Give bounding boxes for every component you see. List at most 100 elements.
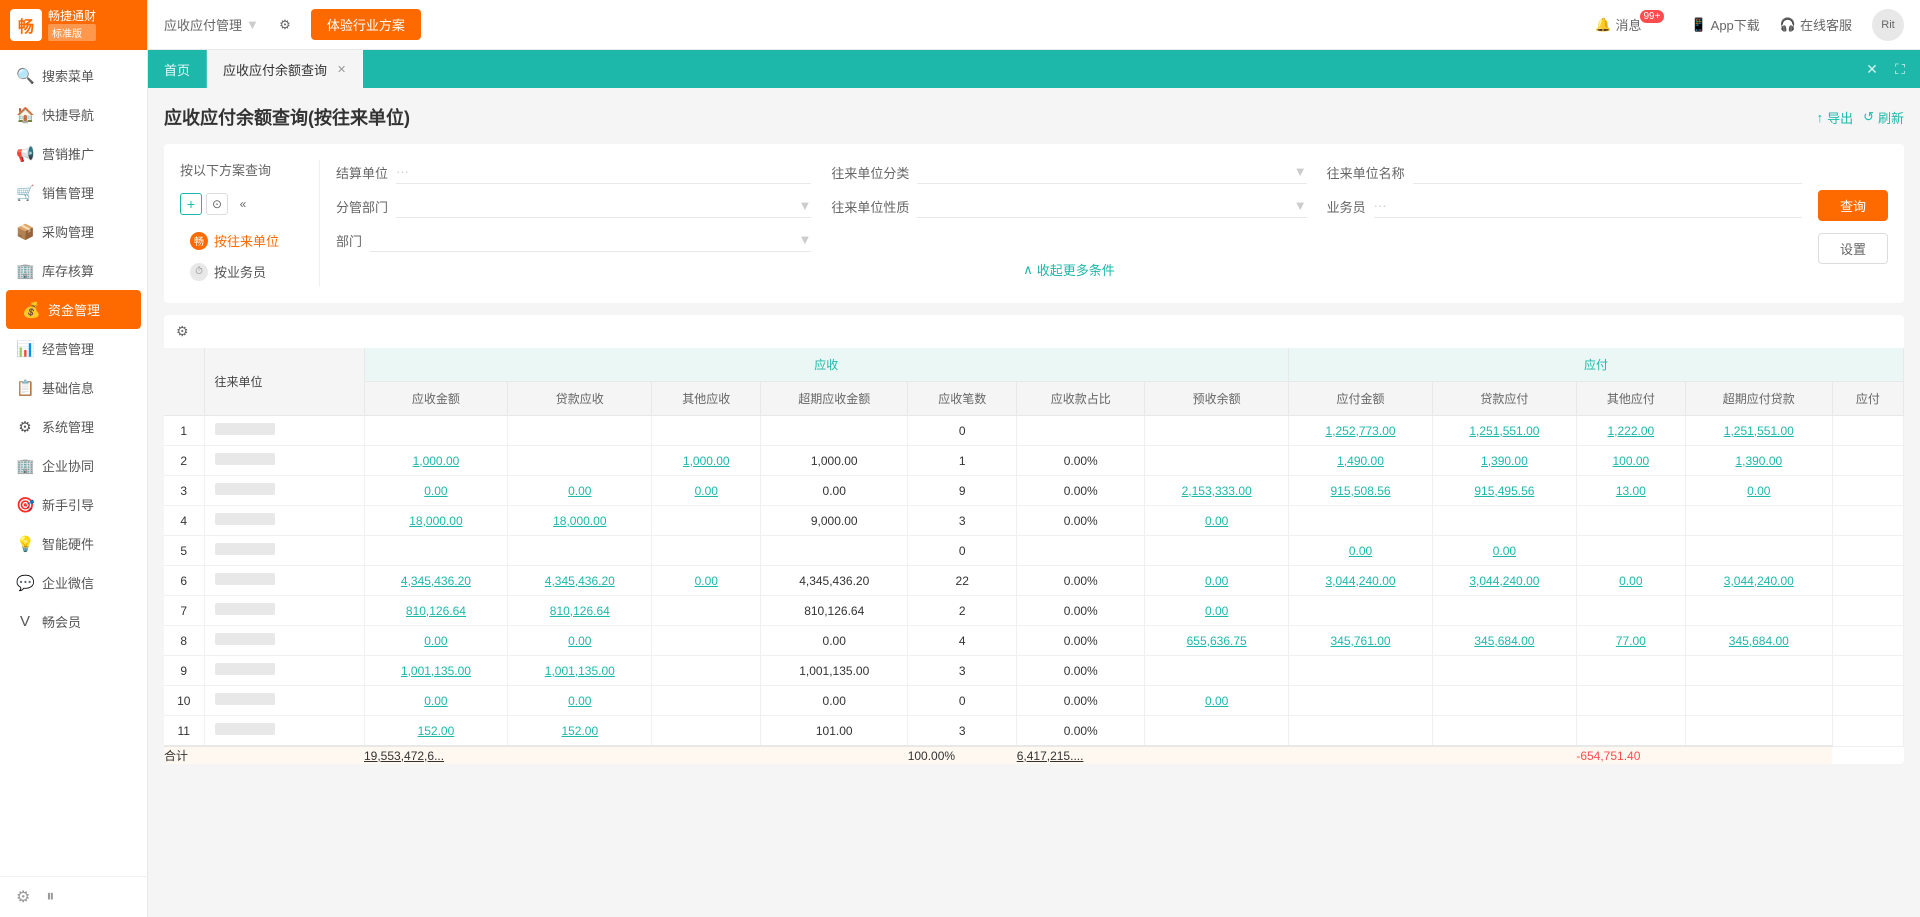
table-cell[interactable]: 0.00: [1432, 536, 1576, 566]
table-cell[interactable]: 810,126.64: [364, 596, 508, 626]
sidebar-item-management[interactable]: 📊 经营管理: [0, 329, 147, 368]
blurred-text: [215, 693, 275, 705]
footer-empty-3: [761, 746, 908, 764]
setting-button[interactable]: 设置: [1818, 233, 1888, 264]
partner-name-input[interactable]: [1413, 164, 1802, 179]
filter-collapse-btn[interactable]: «: [232, 193, 254, 215]
table-cell[interactable]: 1,001,135.00: [508, 656, 652, 686]
sidebar-item-base-info[interactable]: 📋 基础信息: [0, 368, 147, 407]
table-cell[interactable]: 77.00: [1576, 626, 1685, 656]
table-cell[interactable]: 100.00: [1576, 446, 1685, 476]
footer-ar-total[interactable]: 19,553,472,6...: [364, 746, 508, 764]
footer-gear-icon[interactable]: ⚙: [16, 887, 30, 907]
table-cell[interactable]: 1,222.00: [1576, 416, 1685, 446]
table-cell: [1685, 656, 1832, 686]
sidebar-item-sales[interactable]: 🛒 销售管理: [0, 173, 147, 212]
sidebar-item-member[interactable]: V 畅会员: [0, 602, 147, 641]
sidebar-item-purchase[interactable]: 📦 采购管理: [0, 212, 147, 251]
table-cell[interactable]: 0.00: [1145, 566, 1289, 596]
table-cell[interactable]: 1,252,773.00: [1289, 416, 1433, 446]
sidebar-item-search[interactable]: 🔍 搜索菜单: [0, 56, 147, 95]
table-cell[interactable]: 18,000.00: [508, 506, 652, 536]
table-cell[interactable]: 1,390.00: [1685, 446, 1832, 476]
table-cell[interactable]: 3,044,240.00: [1685, 566, 1832, 596]
table-cell[interactable]: 1,001,135.00: [364, 656, 508, 686]
sidebar-item-quick-nav[interactable]: 🏠 快捷导航: [0, 95, 147, 134]
tab-ar-ap[interactable]: 应收应付余额查询 ✕: [207, 50, 363, 88]
online-service-btn[interactable]: 🎧 在线客服: [1780, 15, 1852, 34]
table-cell[interactable]: 152.00: [364, 716, 508, 747]
table-cell[interactable]: 1,490.00: [1289, 446, 1433, 476]
table-cell[interactable]: 1,390.00: [1432, 446, 1576, 476]
sidebar-item-finance[interactable]: 💰 资金管理: [6, 290, 141, 329]
table-cell[interactable]: 810,126.64: [508, 596, 652, 626]
sidebar-item-wechat[interactable]: 💬 企业微信: [0, 563, 147, 602]
table-cell[interactable]: 0.00: [508, 626, 652, 656]
table-cell[interactable]: 0.00: [364, 626, 508, 656]
table-cell[interactable]: 0.00: [508, 686, 652, 716]
table-cell[interactable]: 152.00: [508, 716, 652, 747]
refresh-button[interactable]: ↺ 刷新: [1863, 108, 1904, 127]
table-cell[interactable]: 0.00: [1145, 506, 1289, 536]
table-cell[interactable]: 0.00: [1145, 596, 1289, 626]
sidebar-item-inventory[interactable]: 🏢 库存核算: [0, 251, 147, 290]
refresh-icon: ↺: [1863, 109, 1874, 125]
table-cell[interactable]: 3,044,240.00: [1289, 566, 1433, 596]
sidebar-item-enterprise[interactable]: 🏢 企业协同: [0, 446, 147, 485]
filter-add-btn[interactable]: +: [180, 193, 202, 215]
query-button[interactable]: 查询: [1818, 190, 1888, 221]
export-button[interactable]: ↑ 导出: [1817, 108, 1854, 127]
table-cell[interactable]: 1,251,551.00: [1685, 416, 1832, 446]
table-cell[interactable]: 2,153,333.00: [1145, 476, 1289, 506]
table-cell[interactable]: 0.00: [1145, 686, 1289, 716]
table-cell[interactable]: 0.00: [1685, 476, 1832, 506]
table-cell[interactable]: 0.00: [364, 476, 508, 506]
table-cell[interactable]: 4,345,436.20: [364, 566, 508, 596]
tab-close-icon[interactable]: ✕: [337, 63, 346, 76]
table-cell-partner: [204, 626, 364, 656]
th-loan-ar: 贷款应收: [508, 382, 652, 416]
tab-close-window-btn[interactable]: ✕: [1860, 57, 1884, 81]
table-cell[interactable]: 0.00: [508, 476, 652, 506]
table-cell: 2: [908, 596, 1017, 626]
table-cell[interactable]: 3,044,240.00: [1432, 566, 1576, 596]
filter-schema-btn[interactable]: ⊙: [206, 193, 228, 215]
table-cell[interactable]: 655,636.75: [1145, 626, 1289, 656]
table-cell[interactable]: 345,684.00: [1685, 626, 1832, 656]
table-cell[interactable]: 0.00: [652, 566, 761, 596]
app-download-btn[interactable]: 📱 App下载: [1690, 15, 1759, 34]
table-cell[interactable]: 0.00: [364, 686, 508, 716]
table-cell[interactable]: 1,251,551.00: [1432, 416, 1576, 446]
sidebar-item-system[interactable]: ⚙ 系统管理: [0, 407, 147, 446]
table-cell[interactable]: 18,000.00: [364, 506, 508, 536]
user-avatar[interactable]: Rit: [1872, 9, 1904, 41]
notification-btn[interactable]: 🔔 消息 99+: [1595, 15, 1670, 34]
table-cell[interactable]: 0.00: [1576, 566, 1685, 596]
tab-home[interactable]: 首页: [148, 50, 207, 88]
table-cell[interactable]: 0.00: [1289, 536, 1433, 566]
table-cell[interactable]: 915,508.56: [1289, 476, 1433, 506]
table-cell[interactable]: 13.00: [1576, 476, 1685, 506]
filter-option-by-partner[interactable]: 畅 按往来单位: [180, 225, 307, 256]
table-settings-icon[interactable]: ⚙: [176, 323, 189, 340]
export-label: 导出: [1827, 108, 1853, 127]
collapse-row[interactable]: ∧ 收起更多条件: [336, 252, 1802, 279]
tab-maximize-btn[interactable]: ⛶: [1888, 57, 1912, 81]
sidebar-item-marketing[interactable]: 📢 营销推广: [0, 134, 147, 173]
table-cell[interactable]: 345,761.00: [1289, 626, 1433, 656]
table-cell[interactable]: 345,684.00: [1432, 626, 1576, 656]
export-icon: ↑: [1817, 110, 1824, 125]
sidebar-item-guide[interactable]: 🎯 新手引导: [0, 485, 147, 524]
table-cell[interactable]: 0.00: [652, 476, 761, 506]
sidebar-item-smart-hw[interactable]: 💡 智能硬件: [0, 524, 147, 563]
solution-button[interactable]: 体验行业方案: [311, 9, 421, 40]
table-row: 500.000.00: [164, 536, 1904, 566]
filter-option-by-staff[interactable]: ⏱ 按业务员: [180, 256, 307, 287]
table-cell[interactable]: 915,495.56: [1432, 476, 1576, 506]
table-cell[interactable]: 4,345,436.20: [508, 566, 652, 596]
table-cell[interactable]: 1,000.00: [364, 446, 508, 476]
footer-toggle-icon[interactable]: ⏸: [46, 888, 54, 906]
table-cell[interactable]: 1,000.00: [652, 446, 761, 476]
footer-prepay[interactable]: 6,417,215....: [1017, 746, 1145, 764]
topbar-gear-btn[interactable]: ⚙: [271, 11, 299, 39]
